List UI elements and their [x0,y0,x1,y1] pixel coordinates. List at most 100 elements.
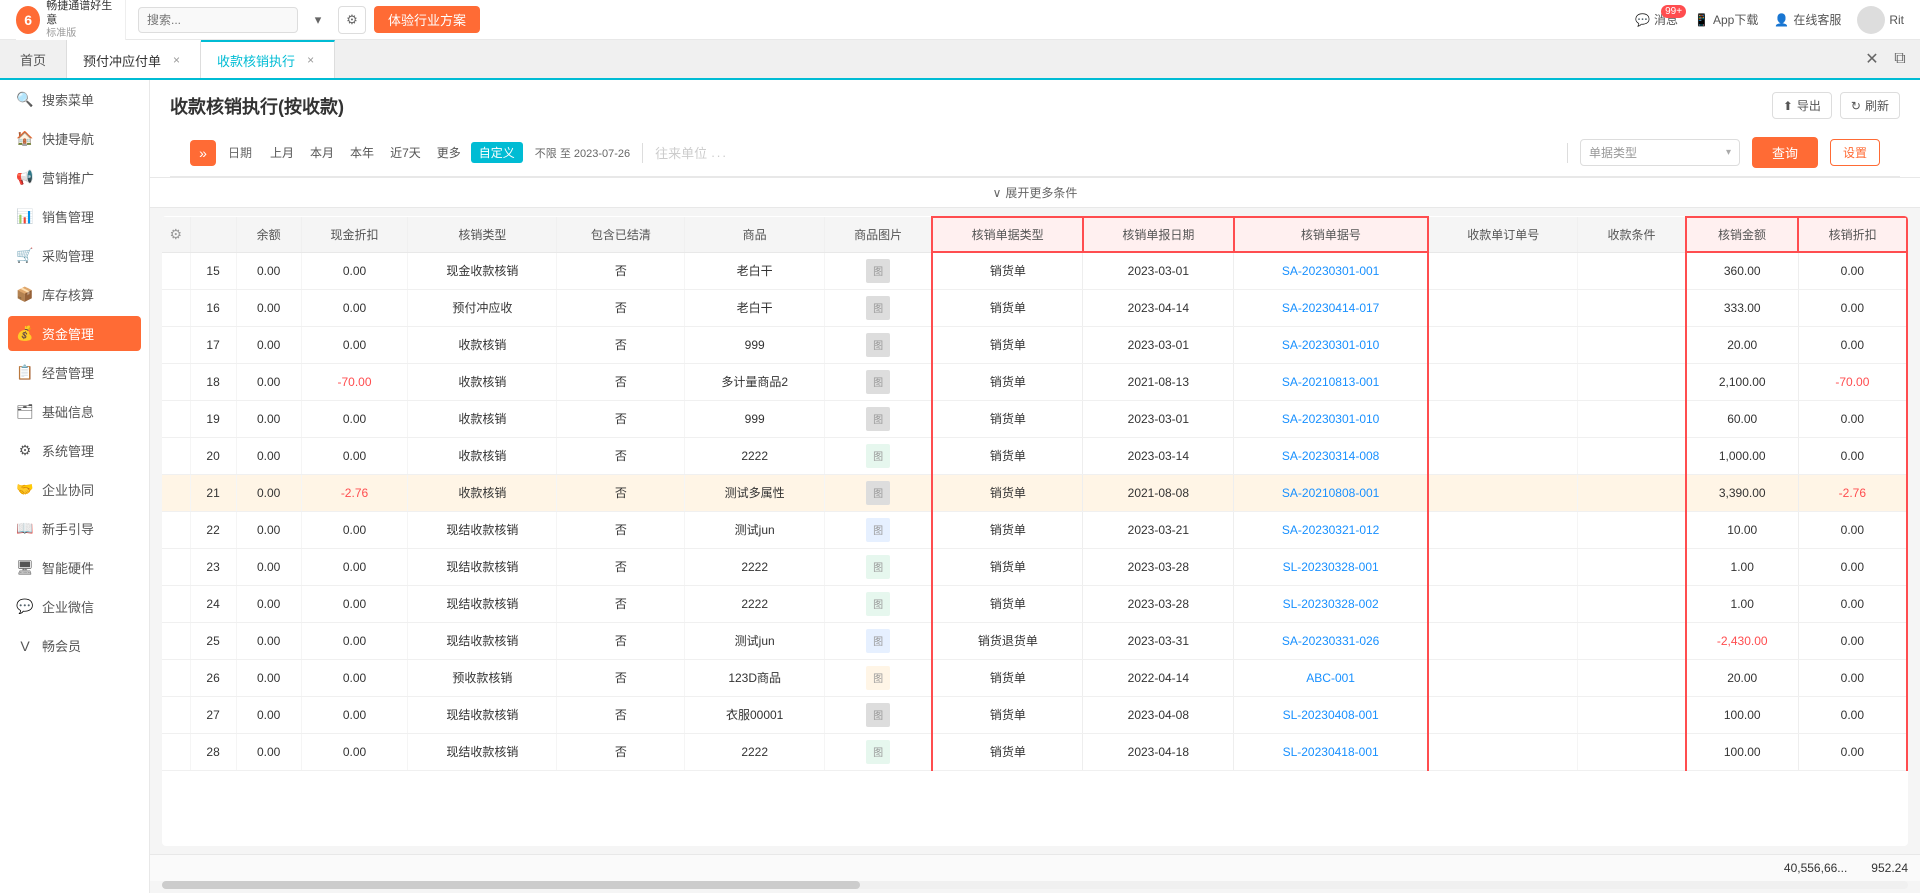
sidebar-item-business[interactable]: 📋 经营管理 [0,353,149,392]
cell-cancel-discount: -70.00 [1798,363,1907,400]
app-download-button[interactable]: 📱 App下载 [1694,11,1758,28]
dropdown-arrow-icon[interactable]: ▾ [306,8,330,32]
cancel-bill-no-link[interactable]: SA-20230301-010 [1282,412,1379,426]
sidebar-item-system[interactable]: ⚙ 系统管理 [0,431,149,470]
sidebar-item-finance[interactable]: 💰 资金管理 [8,316,141,351]
cell-cash-discount: 0.00 [301,659,408,696]
cell-seq: 17 [190,326,236,363]
sidebar-item-hardware[interactable]: 🖥 智能硬件 [0,548,149,587]
cancel-bill-no-link[interactable]: SA-20230331-026 [1282,634,1379,648]
cell-receipt-order-no [1428,252,1578,289]
cancel-bill-no-link[interactable]: ABC-001 [1306,671,1355,685]
date-last-month[interactable]: 上月 [264,142,300,163]
cancel-bill-no-link[interactable]: SL-20230328-002 [1283,597,1379,611]
cell-payment-terms [1578,659,1686,696]
expand-conditions-button[interactable]: ∨ 展开更多条件 [985,182,1086,203]
tab-home[interactable]: 首页 [0,40,67,78]
cell-balance: 0.00 [236,437,301,474]
cell-settings [162,622,190,659]
cell-receipt-order-no [1428,585,1578,622]
filter-expand-button[interactable]: » [190,140,216,166]
sidebar-item-search[interactable]: 🔍 搜索菜单 [0,80,149,119]
date-7days[interactable]: 近7天 [384,142,427,163]
cancel-bill-no-link[interactable]: SA-20210813-001 [1282,375,1379,389]
th-includes-settled: 包含已结清 [557,217,685,252]
cell-seq: 25 [190,622,236,659]
sidebar-item-member[interactable]: V 畅会员 [0,626,149,665]
cancel-bill-no-link[interactable]: SA-20210808-001 [1282,486,1379,500]
date-this-year[interactable]: 本年 [344,142,380,163]
cancel-bill-no-link[interactable]: SA-20230301-001 [1282,264,1379,278]
from-unit-placeholder: 往来单位 [655,143,707,162]
settings-icon[interactable]: ⚙ [338,6,366,34]
sidebar-item-enterprise[interactable]: 🤝 企业协同 [0,470,149,509]
hardware-icon: 🖥 [16,559,34,577]
cell-receipt-order-no [1428,696,1578,733]
sidebar-item-marketing[interactable]: 📢 营销推广 [0,158,149,197]
sidebar-item-finance-label: 资金管理 [42,324,94,343]
sidebar-item-guide[interactable]: 📖 新手引导 [0,509,149,548]
cell-seq: 20 [190,437,236,474]
cell-payment-terms [1578,326,1686,363]
cell-cancel-amount: 10.00 [1686,511,1799,548]
cell-product: 测试jun [685,511,825,548]
restore-window-btn[interactable]: ⧉ [1888,47,1912,71]
cell-cancel-type: 现结收款核销 [408,622,557,659]
cell-cancel-amount: 2,100.00 [1686,363,1799,400]
cell-cancel-type: 现金收款核销 [408,252,557,289]
cell-includes-settled: 否 [557,252,685,289]
cell-cancel-bill-date: 2022-04-14 [1083,659,1234,696]
cancel-bill-no-link[interactable]: SA-20230314-008 [1282,449,1379,463]
cancel-bill-no-link[interactable]: SA-20230321-012 [1282,523,1379,537]
cell-seq: 26 [190,659,236,696]
user-menu[interactable]: Rit [1857,6,1904,34]
cancel-bill-no-link[interactable]: SL-20230328-001 [1283,560,1379,574]
export-button[interactable]: ⬆ 导出 [1772,92,1832,119]
cancel-bill-no-link[interactable]: SA-20230414-017 [1282,301,1379,315]
cell-cancel-discount: 0.00 [1798,437,1907,474]
cell-product-image: 图 [824,659,932,696]
cell-payment-terms [1578,585,1686,622]
cell-cancel-amount: 1,000.00 [1686,437,1799,474]
refresh-button[interactable]: ↻ 刷新 [1840,92,1900,119]
cell-payment-terms [1578,252,1686,289]
horizontal-scrollbar[interactable] [162,881,1908,889]
cell-balance: 0.00 [236,474,301,511]
sidebar-item-purchase[interactable]: 🛒 采购管理 [0,236,149,275]
tab-prepay[interactable]: 预付冲应付单 × [67,40,201,78]
sidebar-item-sales[interactable]: 📊 销售管理 [0,197,149,236]
trial-button[interactable]: 体验行业方案 [374,6,480,33]
date-more[interactable]: 更多 [431,142,467,163]
sidebar-item-nav[interactable]: 🏠 快捷导航 [0,119,149,158]
scrollbar-thumb[interactable] [162,881,860,889]
cell-payment-terms [1578,622,1686,659]
cell-seq: 19 [190,400,236,437]
query-button[interactable]: 查询 [1752,137,1818,168]
column-settings-icon[interactable]: ⚙ [169,226,182,242]
cell-product-image: 图 [824,252,932,289]
cancel-bill-no-link[interactable]: SL-20230418-001 [1283,745,1379,759]
date-custom[interactable]: 自定义 [471,142,523,163]
bill-type-select[interactable]: 单据类型 ▾ [1580,139,1740,166]
cell-product-image: 图 [824,326,932,363]
tab-prepay-close[interactable]: × [169,51,184,69]
cancel-bill-no-link[interactable]: SL-20230408-001 [1283,708,1379,722]
cell-balance: 0.00 [236,585,301,622]
sidebar-item-inventory[interactable]: 📦 库存核算 [0,275,149,314]
online-service-button[interactable]: 👤 在线客服 [1774,11,1841,28]
purchase-icon: 🛒 [16,247,34,265]
tab-collection-close[interactable]: × [303,51,318,69]
date-this-month[interactable]: 本月 [304,142,340,163]
cell-cancel-bill-no: SL-20230328-002 [1234,585,1428,622]
cell-cancel-bill-type: 销货单 [932,400,1083,437]
cancel-bill-no-link[interactable]: SA-20230301-010 [1282,338,1379,352]
filter-settings-button[interactable]: 设置 [1830,139,1880,166]
cell-cancel-amount: 360.00 [1686,252,1799,289]
cell-cancel-discount: 0.00 [1798,400,1907,437]
tab-collection[interactable]: 收款核销执行 × [201,40,335,78]
message-button[interactable]: 💬 消息 99+ [1635,11,1678,28]
sidebar-item-basic[interactable]: 🗂 基础信息 [0,392,149,431]
close-window-btn[interactable]: ✕ [1860,47,1884,71]
sidebar-item-wechat[interactable]: 💬 企业微信 [0,587,149,626]
top-search-input[interactable] [138,7,298,33]
